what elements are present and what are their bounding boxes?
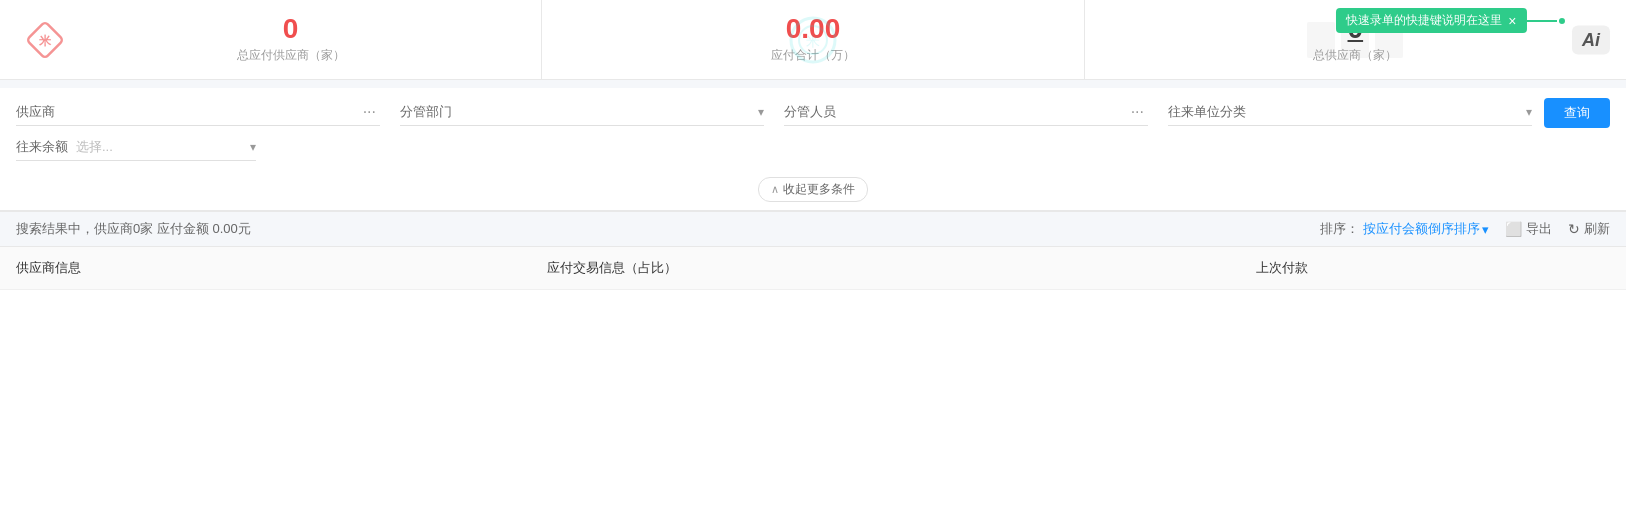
export-btn[interactable]: ⬜ 导出 [1505,220,1552,238]
payable-suppliers-label: 总应付供应商（家） [237,47,345,64]
export-label: 导出 [1526,220,1552,238]
balance-filter: 往来余额 选择... ▾ [16,138,256,161]
sort-control: 排序： 按应付会额倒序排序 ▾ [1320,220,1489,238]
unit-filter: 往来单位分类 ▾ [1168,103,1532,126]
stat-total-suppliers: 快速录单的快捷键说明在这里 × 0 总供应商（家） Ai [1085,0,1626,79]
person-dots-btn[interactable]: ··· [1127,103,1148,121]
top-stats-bar: 米 0 总应付供应商（家） 米 0.00 应付合计（万） 快速录单的快捷键说明在… [0,0,1626,80]
dept-input[interactable] [460,104,758,119]
unit-arrow-icon[interactable]: ▾ [1526,105,1532,119]
dept-arrow-icon[interactable]: ▾ [758,105,764,119]
collapse-btn[interactable]: ∧ 收起更多条件 [758,177,868,202]
filter-row-2: 往来余额 选择... ▾ [16,138,1610,161]
filter-row-1: 供应商 ··· 分管部门 ▾ 分管人员 ··· 往来单位分类 ▾ 查询 [16,100,1610,128]
table-body [0,290,1626,515]
sort-arrow-icon: ▾ [1482,222,1489,237]
sort-label: 排序： [1320,220,1359,238]
supplier-dots-btn[interactable]: ··· [359,103,380,121]
results-summary: 搜索结果中，供应商0家 应付金额 0.00元 [16,220,251,238]
filter-section: 供应商 ··· 分管部门 ▾ 分管人员 ··· 往来单位分类 ▾ 查询 往来余额 [0,88,1626,211]
dept-filter: 分管部门 ▾ [400,103,764,126]
refresh-label: 刷新 [1584,220,1610,238]
person-label: 分管人员 [784,103,836,121]
coin-icon: 米 [787,14,839,66]
results-bar: 搜索结果中，供应商0家 应付金额 0.00元 排序： 按应付会额倒序排序 ▾ ⬜… [0,211,1626,247]
collapse-bar[interactable]: ∧ 收起更多条件 [16,171,1610,210]
col-transaction-header: 应付交易信息（占比） [547,259,1255,277]
unit-input[interactable] [1254,104,1526,119]
sort-value-text: 按应付会额倒序排序 [1363,220,1480,238]
balance-arrow-icon[interactable]: ▾ [250,140,256,154]
svg-text:米: 米 [38,34,52,48]
supplier-label: 供应商 [16,103,55,121]
table-section: 供应商信息 应付交易信息（占比） 上次付款 [0,247,1626,515]
collapse-arrow-icon: ∧ [771,183,779,196]
export-icon: ⬜ [1505,221,1522,237]
balance-placeholder: 选择... [76,138,250,156]
stat-payable-total: 米 0.00 应付合计（万） [542,0,1084,79]
balance-label: 往来余额 [16,138,68,156]
query-button[interactable]: 查询 [1544,98,1610,128]
refresh-btn[interactable]: ↻ 刷新 [1568,220,1610,238]
person-input[interactable] [844,104,1127,119]
unit-label: 往来单位分类 [1168,103,1246,121]
results-actions: 排序： 按应付会额倒序排序 ▾ ⬜ 导出 ↻ 刷新 [1320,220,1610,238]
svg-text:米: 米 [806,33,820,49]
col-supplier-header: 供应商信息 [16,259,547,277]
diamond-logo-icon: 米 [20,15,70,65]
tooltip-text: 快速录单的快捷键说明在这里 [1346,12,1502,29]
supplier-filter: 供应商 ··· [16,103,380,126]
supplier-input[interactable] [63,104,359,119]
dept-label: 分管部门 [400,103,452,121]
stat-payable-suppliers: 米 0 总应付供应商（家） [0,0,542,79]
tooltip-dot [1556,16,1566,26]
payable-suppliers-number: 0 [283,15,299,43]
sort-value-btn[interactable]: 按应付会额倒序排序 ▾ [1363,220,1489,238]
table-header: 供应商信息 应付交易信息（占比） 上次付款 [0,247,1626,290]
collapse-label: 收起更多条件 [783,181,855,198]
ai-badge[interactable]: Ai [1572,25,1610,54]
person-filter: 分管人员 ··· [784,103,1148,126]
col-payment-header: 上次付款 [1256,259,1610,277]
refresh-icon: ↻ [1568,221,1580,237]
quick-entry-tooltip[interactable]: 快速录单的快捷键说明在这里 × [1336,8,1526,33]
tooltip-close-btn[interactable]: × [1508,14,1516,28]
